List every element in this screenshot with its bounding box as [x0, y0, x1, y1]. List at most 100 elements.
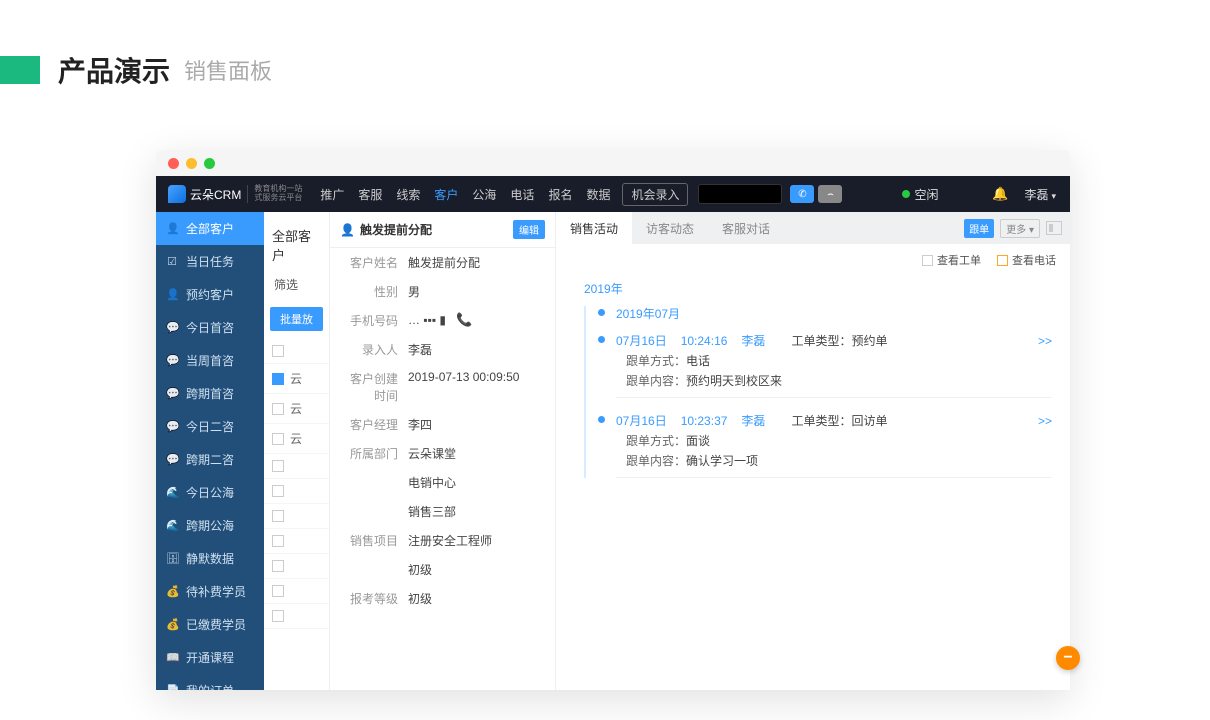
dept-value-3: 销售三部: [408, 503, 456, 520]
tab-1[interactable]: 访客动态: [632, 212, 708, 244]
fab-minus-button[interactable]: −: [1056, 646, 1080, 670]
bell-icon[interactable]: 🔔: [992, 186, 1008, 202]
order-icon: 📄: [166, 684, 178, 690]
user-icon: 👤: [166, 222, 178, 235]
gender-value: 男: [408, 283, 420, 300]
list-row[interactable]: [264, 339, 329, 364]
page-header: 产品演示 销售面板: [0, 0, 1210, 120]
list-row[interactable]: [264, 604, 329, 629]
nav-item-6[interactable]: 报名: [548, 186, 572, 203]
list-title: 全部客户: [264, 220, 329, 270]
nav-item-1[interactable]: 客服: [358, 186, 382, 203]
logo[interactable]: 云朵CRM 教育机构一站 式服务云平台: [156, 185, 310, 203]
app-body: 👤全部客户☑当日任务👤预约客户💬今日首咨💬当周首咨💬跨期首咨💬今日二咨💬跨期二咨…: [156, 212, 1070, 690]
gender-label: 性别: [340, 283, 408, 300]
sidebar-item-2[interactable]: 👤预约客户: [156, 278, 264, 311]
window-min-dot[interactable]: [186, 158, 197, 169]
user-menu[interactable]: 李磊▾: [1024, 186, 1056, 203]
db-icon: 🗄: [166, 552, 178, 565]
dept-value-1: 云朵课堂: [408, 445, 456, 462]
filter-view-calls[interactable]: 查看电话: [997, 252, 1056, 268]
call-icon[interactable]: ✆: [790, 185, 814, 203]
status-text[interactable]: 空闲: [914, 186, 938, 203]
timeline-card: 07月16日10:24:16李磊工单类型：预约单>>跟单方式：电话跟单内容：预约…: [616, 332, 1052, 398]
sidebar-item-3[interactable]: 💬今日首咨: [156, 311, 264, 344]
list-row[interactable]: [264, 529, 329, 554]
sidebar-item-12[interactable]: 💰已缴费学员: [156, 608, 264, 641]
checkbox-icon[interactable]: [272, 535, 284, 547]
tab-0[interactable]: 销售活动: [556, 212, 632, 244]
status-dot-icon: [902, 190, 910, 198]
list-row[interactable]: 云: [264, 364, 329, 394]
checkbox-icon[interactable]: [272, 373, 284, 385]
more-button[interactable]: 更多 ▾: [1000, 219, 1040, 238]
checkbox-icon[interactable]: [272, 345, 284, 357]
sidebar-item-5[interactable]: 💬跨期首咨: [156, 377, 264, 410]
checkbox-icon[interactable]: [272, 560, 284, 572]
money-icon: 💰: [166, 618, 178, 631]
nav-item-3[interactable]: 客户: [434, 186, 458, 203]
list-row[interactable]: 云: [264, 424, 329, 454]
sidebar-item-7[interactable]: 💬跨期二咨: [156, 443, 264, 476]
sea-icon: 🌊: [166, 519, 178, 532]
checkbox-icon[interactable]: [272, 433, 284, 445]
card-content: 跟单内容：预约明天到校区来: [616, 369, 1052, 389]
tab-2[interactable]: 客服对话: [708, 212, 784, 244]
sidebar-item-13[interactable]: 📖开通课程: [156, 641, 264, 674]
window-close-dot[interactable]: [168, 158, 179, 169]
dept-value-2: 电销中心: [408, 474, 456, 491]
checkbox-icon[interactable]: [272, 485, 284, 497]
checkbox-icon[interactable]: [272, 610, 284, 622]
window-max-dot[interactable]: [204, 158, 215, 169]
collapse-icon[interactable]: [1046, 221, 1062, 235]
search-input[interactable]: [698, 184, 782, 204]
logo-icon: [168, 185, 186, 203]
checkbox-icon[interactable]: [272, 510, 284, 522]
nav-item-4[interactable]: 公海: [472, 186, 496, 203]
nav-item-0[interactable]: 推广: [320, 186, 344, 203]
edit-button[interactable]: 编辑: [513, 220, 545, 239]
card-type: 工单类型：回访单: [791, 412, 887, 429]
proj-label: 销售项目: [340, 532, 408, 549]
sidebar-item-label: 当日任务: [186, 253, 234, 270]
filter-view-orders[interactable]: 查看工单: [922, 252, 981, 268]
sidebar-item-6[interactable]: 💬今日二咨: [156, 410, 264, 443]
sidebar-item-4[interactable]: 💬当周首咨: [156, 344, 264, 377]
sidebar-item-11[interactable]: 💰待补费学员: [156, 575, 264, 608]
card-expand[interactable]: >>: [1038, 334, 1052, 348]
entry-button[interactable]: 机会录入: [622, 183, 688, 206]
sidebar: 👤全部客户 ☑ 当日任务 👤预约客户💬今日首咨💬当周首咨💬跨期首咨💬今日二咨💬跨期二咨…: [156, 212, 264, 690]
bulk-release-button[interactable]: 批量放: [270, 307, 323, 331]
sidebar-item-10[interactable]: 🗄静默数据: [156, 542, 264, 575]
sidebar-item-9[interactable]: 🌊跨期公海: [156, 509, 264, 542]
list-row[interactable]: [264, 554, 329, 579]
list-row[interactable]: [264, 504, 329, 529]
check-icon: ☑: [166, 255, 178, 268]
filter-label[interactable]: 筛选: [264, 270, 329, 299]
list-row[interactable]: [264, 454, 329, 479]
list-row[interactable]: [264, 479, 329, 504]
top-nav: 云朵CRM 教育机构一站 式服务云平台 推广客服线索客户公海电话报名数据 机会录…: [156, 176, 1070, 212]
list-row[interactable]: 云: [264, 394, 329, 424]
dept-label: 所属部门: [340, 445, 408, 462]
nav-item-7[interactable]: 数据: [586, 186, 610, 203]
checkbox-icon[interactable]: [272, 403, 284, 415]
row-text: 云: [290, 430, 302, 447]
sea-icon: 🌊: [166, 486, 178, 499]
hangup-icon[interactable]: ⌢: [818, 185, 842, 203]
sidebar-item-14[interactable]: 📄我的订单: [156, 674, 264, 690]
nav-item-5[interactable]: 电话: [510, 186, 534, 203]
sidebar-item-1[interactable]: ☑ 当日任务: [156, 245, 264, 278]
sidebar-item-label: 跨期二咨: [186, 451, 234, 468]
checkbox-icon[interactable]: [272, 585, 284, 597]
checkbox-icon[interactable]: [272, 460, 284, 472]
nav-item-2[interactable]: 线索: [396, 186, 420, 203]
person-icon: 👤: [340, 223, 355, 237]
call-phone-icon[interactable]: 📞: [456, 312, 472, 327]
card-expand[interactable]: >>: [1038, 414, 1052, 428]
sidebar-item-0[interactable]: 👤全部客户: [156, 212, 264, 245]
sidebar-item-8[interactable]: 🌊今日公海: [156, 476, 264, 509]
level-label: 报考等级: [340, 590, 408, 607]
follow-button[interactable]: 跟单: [964, 219, 994, 238]
list-row[interactable]: [264, 579, 329, 604]
